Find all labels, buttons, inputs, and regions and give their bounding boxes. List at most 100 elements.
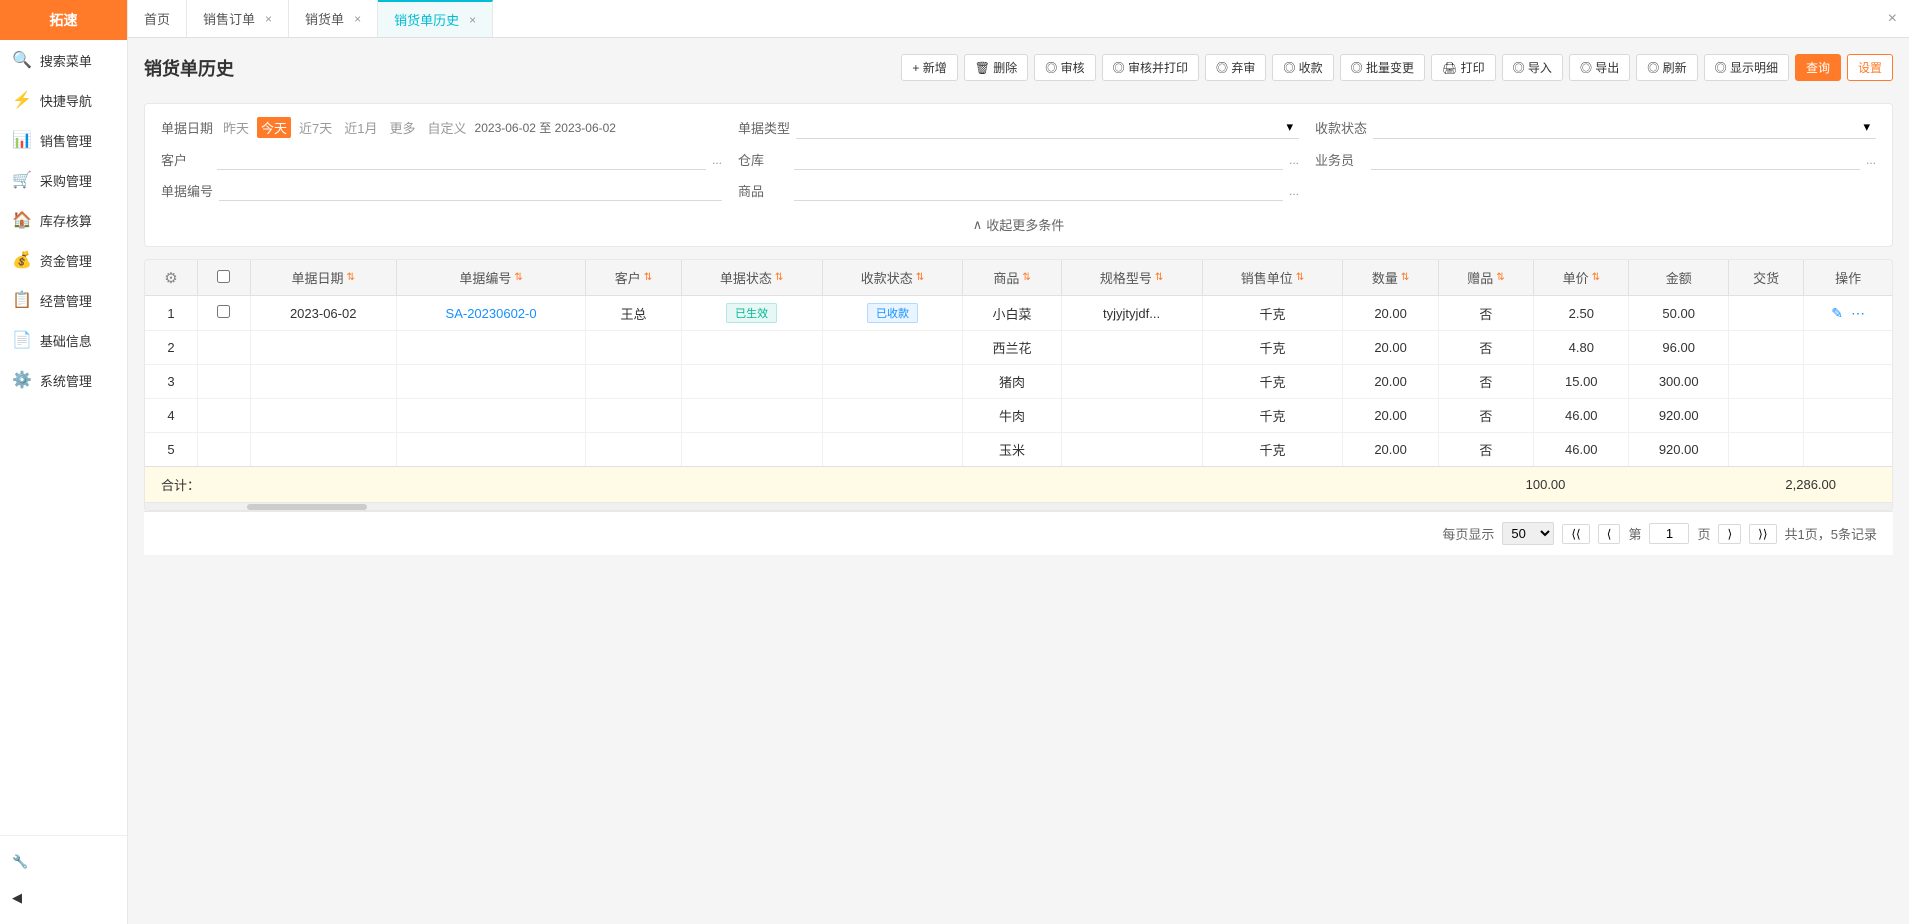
abandon-button[interactable]: ◎ 弃审 xyxy=(1205,54,1266,81)
cell-checkbox[interactable] xyxy=(197,296,250,331)
th-doc-status[interactable]: 单据状态⇅ xyxy=(681,260,822,296)
tab-close-all-button[interactable]: × xyxy=(1876,10,1909,28)
tab-sales-history-close[interactable]: × xyxy=(469,13,476,27)
cell-transaction xyxy=(1728,433,1803,467)
print-button[interactable]: 🖨 打印 xyxy=(1431,54,1496,81)
date-yesterday[interactable]: 昨天 xyxy=(219,117,253,138)
filter-row-1: 单据日期 昨天 今天 近7天 近1月 更多 自定义 2023-06-02 至 2… xyxy=(161,116,1876,139)
refresh-button[interactable]: ◎ 刷新 xyxy=(1636,54,1697,81)
th-customer[interactable]: 客户⇅ xyxy=(586,260,681,296)
staff-label: 业务员 xyxy=(1315,150,1365,169)
query-button[interactable]: 查询 xyxy=(1795,54,1841,81)
batch-change-button[interactable]: ◎ 批量变更 xyxy=(1340,54,1425,81)
prev-page-button[interactable]: ⟨ xyxy=(1598,524,1621,544)
date-range-value: 2023-06-02 至 2023-06-02 xyxy=(475,119,616,136)
th-pay-status[interactable]: 收款状态⇅ xyxy=(822,260,963,296)
collapse-button[interactable]: ∧ 收起更多条件 xyxy=(161,211,1876,234)
page-input[interactable]: 1 xyxy=(1649,523,1689,544)
last-page-button[interactable]: ⟩⟩ xyxy=(1749,524,1776,544)
collect-button[interactable]: ◎ 收款 xyxy=(1272,54,1333,81)
scroll-thumb[interactable] xyxy=(247,504,367,510)
sidebar-item-sys-mgmt[interactable]: ⚙️ 系统管理 xyxy=(0,360,127,400)
date-today[interactable]: 今天 xyxy=(257,117,291,138)
th-doc-no[interactable]: 单据编号⇅ xyxy=(396,260,585,296)
cell-docno[interactable]: SA-20230602-0 xyxy=(396,296,585,331)
add-button[interactable]: + 新增 xyxy=(901,54,957,81)
sidebar-item-sales-mgmt[interactable]: 📊 销售管理 xyxy=(0,120,127,160)
cell-date xyxy=(250,331,396,365)
cell-checkbox[interactable] xyxy=(197,331,250,365)
sidebar-item-finance-mgmt[interactable]: 💰 资金管理 xyxy=(0,240,127,280)
date-more[interactable]: 更多 xyxy=(386,117,420,138)
customer-ellipsis[interactable]: ... xyxy=(712,153,722,167)
cell-docno xyxy=(396,331,585,365)
th-checkbox[interactable] xyxy=(197,260,250,296)
cell-paystatus xyxy=(822,331,963,365)
cell-action[interactable]: ✎⋯ xyxy=(1804,296,1892,331)
cell-unit: 千克 xyxy=(1202,296,1343,331)
cell-transaction xyxy=(1728,296,1803,331)
quick-nav-icon: ⚡ xyxy=(12,90,32,110)
warehouse-input[interactable] xyxy=(794,149,1283,170)
sidebar-item-search-menu[interactable]: 🔍 搜索菜单 xyxy=(0,40,127,80)
cell-docstatus xyxy=(681,331,822,365)
th-gift[interactable]: 赠品⇅ xyxy=(1438,260,1533,296)
sidebar-item-quick-nav[interactable]: ⚡ 快捷导航 xyxy=(0,80,127,120)
audit-print-button[interactable]: ◎ 审核并打印 xyxy=(1102,54,1199,81)
tab-sales-order[interactable]: 销售订单 × xyxy=(187,0,289,37)
th-spec[interactable]: 规格型号⇅ xyxy=(1061,260,1202,296)
th-price[interactable]: 单价⇅ xyxy=(1534,260,1629,296)
th-gear[interactable]: ⚙ xyxy=(145,260,197,296)
goods-ellipsis[interactable]: ... xyxy=(1289,184,1299,198)
sidebar-item-label: 基础信息 xyxy=(40,331,92,350)
delete-button[interactable]: 🗑 删除 xyxy=(964,54,1029,81)
page-size-select[interactable]: 50 100 200 xyxy=(1502,522,1554,545)
sidebar-item-inventory[interactable]: 🏠 库存核算 xyxy=(0,200,127,240)
export-button[interactable]: ◎ 导出 xyxy=(1569,54,1630,81)
date-custom[interactable]: 自定义 xyxy=(424,117,471,138)
th-unit[interactable]: 销售单位⇅ xyxy=(1202,260,1343,296)
date-7days[interactable]: 近7天 xyxy=(295,117,336,138)
cell-gift: 否 xyxy=(1438,433,1533,467)
staff-input[interactable] xyxy=(1371,149,1860,170)
tab-sales-order-close[interactable]: × xyxy=(265,12,272,26)
sidebar-item-purchase-mgmt[interactable]: 🛒 采购管理 xyxy=(0,160,127,200)
table-row: 4牛肉千克20.00否46.00920.00 xyxy=(145,399,1892,433)
select-all-checkbox[interactable] xyxy=(217,270,230,283)
date-1month[interactable]: 近1月 xyxy=(340,117,381,138)
sidebar-item-ops-mgmt[interactable]: 📋 经营管理 xyxy=(0,280,127,320)
horizontal-scrollbar[interactable] xyxy=(145,502,1892,510)
main-area: 首页 销售订单 × 销货单 × 销货单历史 × × 销货单历史 + 新增 🗑 删… xyxy=(128,0,1909,924)
th-goods[interactable]: 商品⇅ xyxy=(963,260,1061,296)
th-date[interactable]: 单据日期⇅ xyxy=(250,260,396,296)
more-icon[interactable]: ⋯ xyxy=(1851,305,1865,322)
sidebar-item-basic-info[interactable]: 📄 基础信息 xyxy=(0,320,127,360)
cell-checkbox[interactable] xyxy=(197,399,250,433)
warehouse-ellipsis[interactable]: ... xyxy=(1289,153,1299,167)
tab-sales-delivery-close[interactable]: × xyxy=(354,12,361,26)
th-qty[interactable]: 数量⇅ xyxy=(1343,260,1438,296)
tab-home[interactable]: 首页 xyxy=(128,0,187,37)
customer-input[interactable] xyxy=(217,149,706,170)
cell-checkbox[interactable] xyxy=(197,433,250,467)
staff-ellipsis[interactable]: ... xyxy=(1866,153,1876,167)
doc-type-select[interactable]: ▾ xyxy=(796,116,1299,139)
goods-input[interactable] xyxy=(794,180,1283,201)
audit-button[interactable]: ◎ 审核 xyxy=(1034,54,1095,81)
tab-sales-delivery-label: 销货单 xyxy=(305,9,344,28)
edit-icon[interactable]: ✎ xyxy=(1831,305,1843,322)
next-page-button[interactable]: ⟩ xyxy=(1718,524,1741,544)
doc-no-input[interactable] xyxy=(219,180,722,201)
import-button[interactable]: ◎ 导入 xyxy=(1502,54,1563,81)
settings-button[interactable]: 设置 xyxy=(1847,54,1893,81)
cell-checkbox[interactable] xyxy=(197,365,250,399)
sort-qty-icon: ⇅ xyxy=(1401,272,1409,283)
th-amount: 金额 xyxy=(1629,260,1728,296)
sidebar-settings[interactable]: 🔧 xyxy=(0,844,127,880)
show-detail-button[interactable]: ◎ 显示明细 xyxy=(1704,54,1789,81)
collect-status-select[interactable]: ▾ xyxy=(1373,116,1876,139)
tab-sales-history[interactable]: 销货单历史 × xyxy=(378,0,493,37)
first-page-button[interactable]: ⟨⟨ xyxy=(1562,524,1589,544)
tab-sales-delivery[interactable]: 销货单 × xyxy=(289,0,378,37)
sidebar-collapse[interactable]: ◀ xyxy=(0,880,127,916)
